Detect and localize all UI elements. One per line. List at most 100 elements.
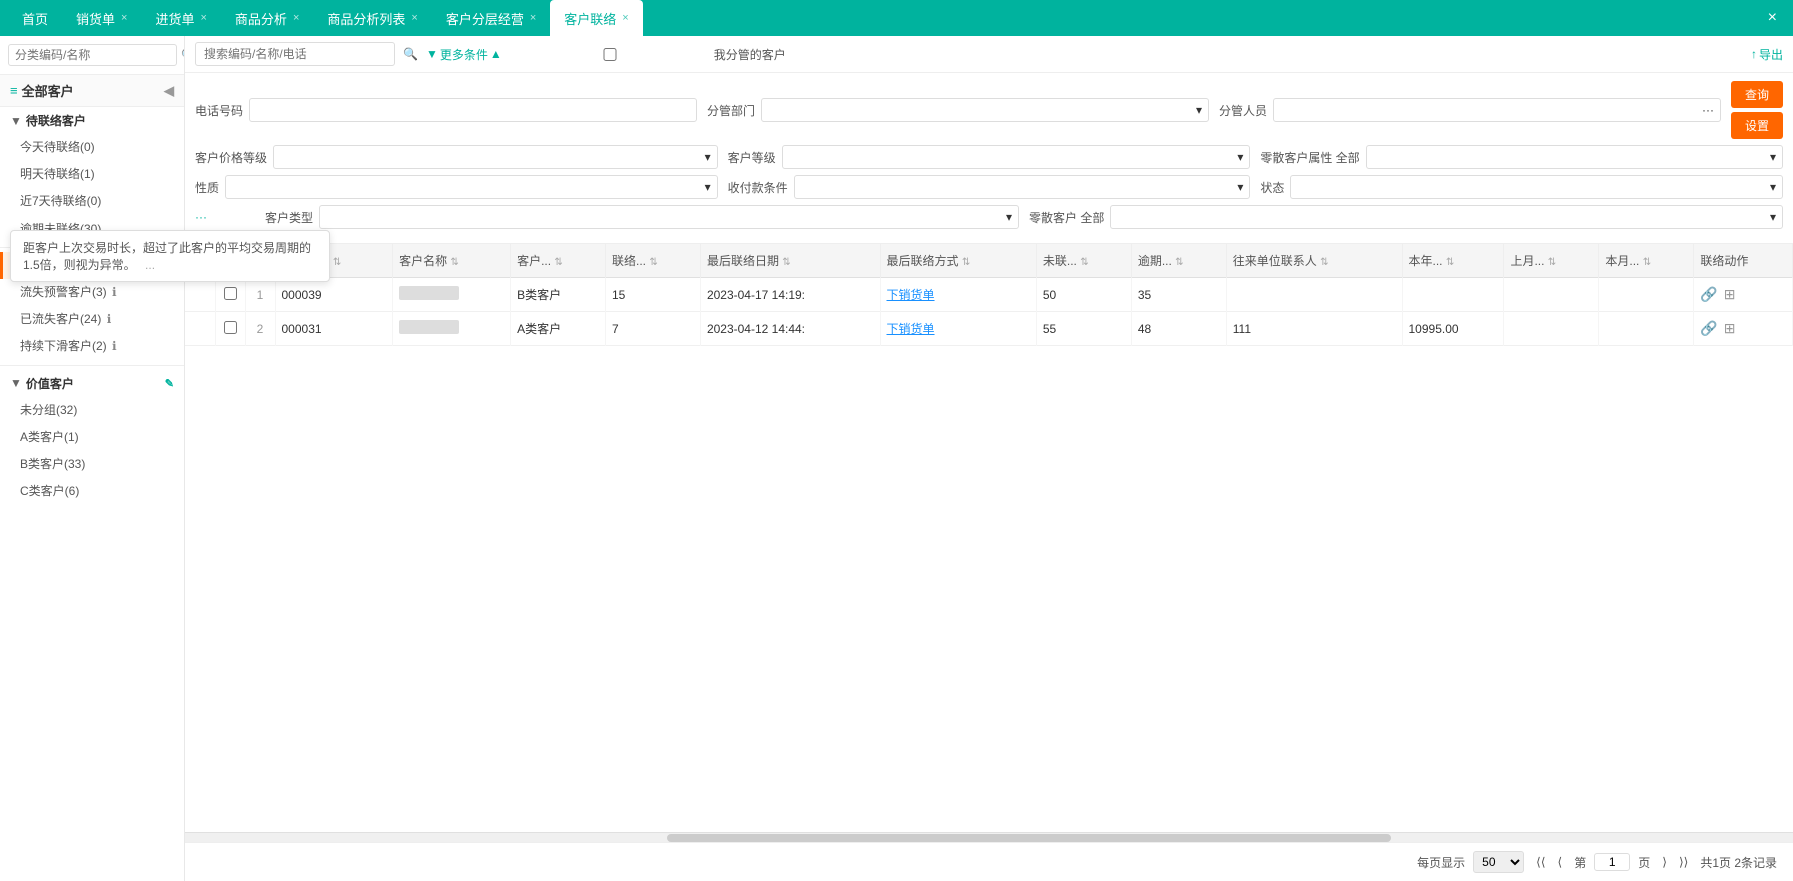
sidebar-item-class-a[interactable]: A类客户(1) [0, 424, 184, 451]
sidebar-all-customers-title[interactable]: ≡ 全部客户 ◀ [0, 75, 184, 107]
cell-last-method[interactable]: 下销货单 [880, 312, 1036, 346]
retail-select[interactable]: ▾ [1110, 205, 1783, 229]
cell-no-contact: 55 [1036, 312, 1131, 346]
dept-select[interactable]: ▾ [761, 98, 1209, 122]
col-type[interactable]: 客户... ⇅ [511, 244, 606, 278]
sidebar-group-value[interactable]: ▼ 价值客户 ✎ [0, 370, 184, 397]
cell-type: A类客户 [511, 312, 606, 346]
price-level-select[interactable]: ▾ [273, 145, 718, 169]
prev-page-button[interactable]: ⟨ [1554, 853, 1567, 871]
chevron-down-icon: ▾ [705, 150, 711, 164]
last-page-button[interactable]: ⟩⟩ [1675, 853, 1692, 871]
total-label: 共1页 2条记录 [1700, 854, 1777, 871]
cell-checkbox[interactable] [215, 312, 245, 346]
filter-cell-payment: 收付款条件 ▾ [728, 175, 1251, 199]
row-checkbox[interactable] [224, 287, 237, 300]
col-last-date[interactable]: 最后联络日期 ⇅ [700, 244, 880, 278]
sidebar-group-pending[interactable]: ▼ 待联络客户 [0, 107, 184, 134]
more-dots[interactable]: ··· [195, 210, 207, 224]
cell-code: 000031 [275, 312, 393, 346]
search-bar-icon[interactable]: 🔍 [403, 47, 418, 61]
close-icon[interactable]: × [293, 12, 299, 24]
status-select[interactable]: ▾ [1290, 175, 1783, 199]
filter-actions: 查询 设置 [1731, 81, 1783, 139]
chevron-down-icon: ▾ [1770, 210, 1776, 224]
nav-item-analysis[interactable]: 商品分析 × [221, 0, 313, 36]
nav-item-analysis-list[interactable]: 商品分析列表 × [313, 0, 431, 36]
person-select[interactable]: ··· [1273, 98, 1721, 122]
nature-select[interactable]: ▾ [225, 175, 718, 199]
collapse-icon[interactable]: ◀ [164, 83, 174, 99]
col-this-month[interactable]: 本月... ⇅ [1599, 244, 1694, 278]
my-customers-checkbox[interactable]: 我分管的客户 [510, 46, 786, 63]
page-number-input[interactable] [1594, 853, 1630, 871]
col-this-year[interactable]: 本年... ⇅ [1402, 244, 1504, 278]
phone-input[interactable] [249, 98, 697, 122]
nature-label: 性质 [195, 179, 219, 196]
scroll-thumb[interactable] [667, 834, 1391, 842]
link-action-icon[interactable]: 🔗 [1700, 286, 1717, 303]
scroll-track [185, 833, 1793, 843]
col-last-month[interactable]: 上月... ⇅ [1504, 244, 1599, 278]
more-conditions-button[interactable]: ▼ 更多条件 ▲ [426, 46, 502, 63]
close-icon[interactable]: × [622, 12, 628, 24]
sidebar-item-class-b[interactable]: B类客户(33) [0, 451, 184, 478]
first-page-button[interactable]: ⟨⟨ [1532, 853, 1549, 871]
window-close-button[interactable]: × [1760, 9, 1785, 27]
sidebar-item-churn-warning[interactable]: 流失预警客户(3) ℹ [0, 279, 184, 306]
nav-item-customer-segment[interactable]: 客户分层经营 × [432, 0, 550, 36]
col-last-method[interactable]: 最后联络方式 ⇅ [880, 244, 1036, 278]
retail-attr-select[interactable]: ▾ [1366, 145, 1783, 169]
nav-item-customer-contact[interactable]: 客户联络 × [550, 0, 642, 36]
payment-select[interactable]: ▾ [794, 175, 1251, 199]
next-page-button[interactable]: ⟩ [1658, 853, 1671, 871]
cell-no-contact: 50 [1036, 278, 1131, 312]
filter-cell-nature: 性质 ▾ [195, 175, 718, 199]
col-name[interactable]: 客户名称 ⇅ [393, 244, 511, 278]
nav-item-purchase[interactable]: 进货单 × [141, 0, 220, 36]
table-area: ⚙ # 客户编码 ⇅ 客户名称 ⇅ 客户... ⇅ 联络... ⇅ 最后联络日期… [185, 244, 1793, 832]
col-contact-person[interactable]: 往来单位联系人 ⇅ [1226, 244, 1402, 278]
close-icon[interactable]: × [530, 12, 536, 24]
sidebar-content: ▼ 待联络客户 今天待联络(0) 明天待联络(1) 近7天待联络(0) 逾期未联… [0, 107, 184, 881]
sidebar-item-tomorrow[interactable]: 明天待联络(1) [0, 161, 184, 188]
row-checkbox[interactable] [224, 321, 237, 334]
cell-checkbox[interactable] [215, 278, 245, 312]
close-icon[interactable]: × [200, 12, 206, 24]
my-customers-check[interactable] [510, 48, 710, 61]
cell-last-method[interactable]: 下销货单 [880, 278, 1036, 312]
grid-action-icon[interactable]: ⊞ [1724, 320, 1736, 337]
sidebar-item-declining[interactable]: 持续下滑客户(2) ℹ [0, 333, 184, 360]
cell-this-month [1599, 278, 1694, 312]
col-no-contact[interactable]: 未联... ⇅ [1036, 244, 1131, 278]
sidebar-item-churned[interactable]: 已流失客户(24) ℹ [0, 306, 184, 333]
settings-button[interactable]: 设置 [1731, 112, 1783, 139]
sidebar-search-input[interactable] [8, 44, 177, 66]
per-page-select[interactable]: 50 10 20 100 [1473, 851, 1524, 873]
sidebar-item-unclassified[interactable]: 未分组(32) [0, 397, 184, 424]
nav-item-sales[interactable]: 销货单 × [62, 0, 141, 36]
horizontal-scrollbar[interactable] [185, 832, 1793, 842]
filter-row-4: ··· 客户类型 ▾ 零散客户 全部 ▾ [195, 205, 1783, 229]
link-action-icon[interactable]: 🔗 [1700, 320, 1717, 337]
filter-cell-dept: 分管部门 ▾ [707, 98, 1209, 122]
search-input[interactable] [195, 42, 395, 66]
customer-level-select[interactable]: ▾ [782, 145, 1251, 169]
sidebar-item-class-c[interactable]: C类客户(6) [0, 478, 184, 505]
price-level-label: 客户价格等级 [195, 149, 267, 166]
export-button[interactable]: ↑ 导出 [1751, 46, 1783, 63]
close-icon[interactable]: × [411, 12, 417, 24]
col-overdue[interactable]: 逾期... ⇅ [1131, 244, 1226, 278]
customer-type-select[interactable]: ▾ [319, 205, 1019, 229]
close-icon[interactable]: × [121, 12, 127, 24]
sidebar-item-7days[interactable]: 近7天待联络(0) [0, 188, 184, 215]
edit-icon[interactable]: ✎ [165, 377, 174, 390]
query-button[interactable]: 查询 [1731, 81, 1783, 108]
nav-item-home[interactable]: 首页 [8, 0, 62, 36]
sidebar-item-today[interactable]: 今天待联络(0) [0, 134, 184, 161]
phone-label: 电话号码 [195, 102, 243, 119]
grid-action-icon[interactable]: ⊞ [1724, 286, 1736, 303]
col-contact[interactable]: 联络... ⇅ [606, 244, 701, 278]
filter-cell-dots: ··· [195, 210, 255, 224]
pagination: 每页显示 50 10 20 100 ⟨⟨ ⟨ 第 页 ⟩ ⟩⟩ 共1页 2条记录 [185, 842, 1793, 881]
